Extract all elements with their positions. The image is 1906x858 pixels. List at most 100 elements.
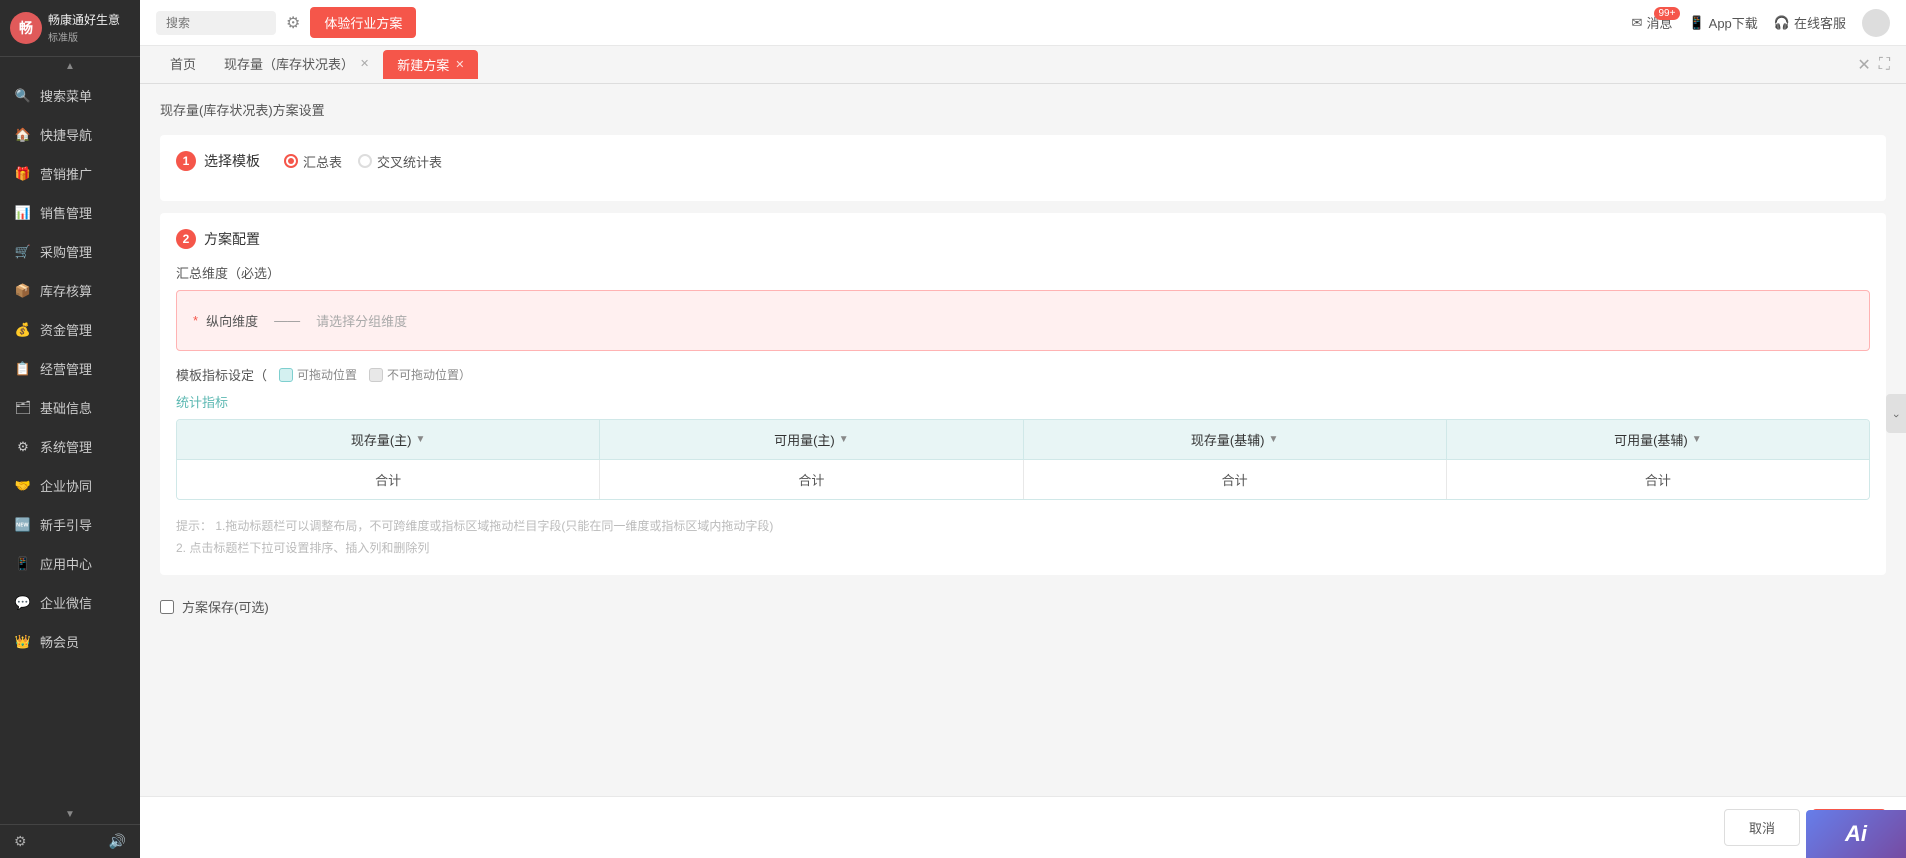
col-header-3[interactable]: 可用量(基辅) ▼ xyxy=(1447,420,1869,459)
dimension-placeholder: 请选择分组维度 xyxy=(316,311,407,330)
col-header-2[interactable]: 现存量(基辅) ▼ xyxy=(1024,420,1447,459)
radio-cross[interactable]: 交叉统计表 xyxy=(358,152,442,171)
step1-header: 1 选择模板 汇总表 交叉统计表 xyxy=(176,151,1870,171)
sidebar-item-app-center[interactable]: 📱 应用中心 xyxy=(0,544,140,583)
cancel-button[interactable]: 取消 xyxy=(1724,809,1800,846)
sidebar-item-label: 企业协同 xyxy=(40,476,92,495)
sidebar-item-sales[interactable]: 📊 销售管理 xyxy=(0,193,140,232)
save-checkbox[interactable] xyxy=(160,600,174,614)
tab-new-plan[interactable]: 新建方案 ✕ xyxy=(383,50,478,79)
tab-new-label: 新建方案 xyxy=(397,55,449,74)
col-body-1: 合计 xyxy=(600,460,1023,499)
operation-icon: 📋 xyxy=(14,360,32,378)
footer: 取消 查询 xyxy=(140,796,1906,858)
sidebar-item-quick-nav[interactable]: 🏠 快捷导航 xyxy=(0,115,140,154)
tips-item-2: 2. 点击标题栏下拉可设置排序、插入列和删除列 xyxy=(176,538,1870,560)
tab-home-label: 首页 xyxy=(170,54,196,73)
inventory-icon: 📦 xyxy=(14,282,32,300)
sidebar-item-finance[interactable]: 💰 资金管理 xyxy=(0,310,140,349)
vertical-dim-label: 纵向维度 xyxy=(206,311,258,330)
stats-section: 统计指标 现存量(主) ▼ 可用量(主) ▼ xyxy=(176,392,1870,500)
tab-inventory-status[interactable]: 现存量（库存状况表） ✕ xyxy=(210,48,383,81)
col-header-1[interactable]: 可用量(主) ▼ xyxy=(600,420,1023,459)
tab-new-close[interactable]: ✕ xyxy=(455,58,464,71)
app-name: 畅康通好生意 xyxy=(48,12,120,29)
service-icon: 🎧 xyxy=(1774,15,1790,31)
step2-badge: 2 xyxy=(176,229,196,249)
gear-icon[interactable]: ⚙ xyxy=(286,13,300,33)
sidebar-item-label: 新手引导 xyxy=(40,515,92,534)
sidebar-item-label: 系统管理 xyxy=(40,437,92,456)
step1-badge: 1 xyxy=(176,151,196,171)
sidebar-item-operation[interactable]: 📋 经营管理 xyxy=(0,349,140,388)
sidebar-item-purchase[interactable]: 🛒 采购管理 xyxy=(0,232,140,271)
window-expand-button[interactable]: ⛶ xyxy=(1879,56,1890,74)
window-close-button[interactable]: ✕ xyxy=(1857,55,1870,75)
message-button[interactable]: ✉ 消息 99+ xyxy=(1632,13,1673,32)
stat-table: 现存量(主) ▼ 可用量(主) ▼ 现存量(基辅) ▼ xyxy=(176,419,1870,500)
wechat-icon: 💬 xyxy=(14,594,32,612)
sidebar-item-wechat[interactable]: 💬 企业微信 xyxy=(0,583,140,622)
col-body-0: 合计 xyxy=(177,460,600,499)
message-icon: ✉ xyxy=(1632,15,1643,31)
ai-label: Ai xyxy=(1845,821,1867,847)
radio-summary-label: 汇总表 xyxy=(303,152,342,171)
sidebar-item-label: 销售管理 xyxy=(40,203,92,222)
sidebar-item-search-menu[interactable]: 🔍 搜索菜单 xyxy=(0,76,140,115)
online-service-button[interactable]: 🎧 在线客服 xyxy=(1774,13,1846,32)
right-collapse-btn[interactable]: › xyxy=(1886,394,1906,433)
content-area: 现存量(库存状况表)方案设置 1 选择模板 汇总表 交叉统计表 xyxy=(140,84,1906,796)
sidebar-item-marketing[interactable]: 🎁 营销推广 xyxy=(0,154,140,193)
radio-cross-dot xyxy=(358,154,372,168)
required-dash: —— xyxy=(274,313,300,328)
sidebar-item-system[interactable]: ⚙ 系统管理 xyxy=(0,427,140,466)
indicators-text: 模板指标设定（ xyxy=(176,365,267,384)
ai-watermark: Ai xyxy=(1806,810,1906,858)
newcomer-icon: 🆕 xyxy=(14,516,32,534)
search-input[interactable] xyxy=(156,11,276,35)
required-box[interactable]: * 纵向维度 —— 请选择分组维度 xyxy=(176,290,1870,351)
sidebar-logo: 畅 畅康通好生意 标准版 xyxy=(0,0,140,57)
sidebar-item-enterprise[interactable]: 🤝 企业协同 xyxy=(0,466,140,505)
speaker-icon[interactable]: 🔊 xyxy=(109,833,126,850)
member-icon: 👑 xyxy=(14,633,32,651)
sidebar-bottom: ⚙ 🔊 xyxy=(0,824,140,858)
radio-summary-dot xyxy=(284,154,298,168)
non-draggable-dot xyxy=(369,368,383,382)
sidebar-item-newcomer[interactable]: 🆕 新手引导 xyxy=(0,505,140,544)
tabbar: 首页 现存量（库存状况表） ✕ 新建方案 ✕ ✕ ⛶ xyxy=(140,46,1906,84)
col-header-0[interactable]: 现存量(主) ▼ xyxy=(177,420,600,459)
sidebar-item-label: 经营管理 xyxy=(40,359,92,378)
sidebar-scroll-down[interactable]: ▼ xyxy=(0,805,140,824)
search-menu-icon: 🔍 xyxy=(14,87,32,105)
sidebar-item-base-info[interactable]: 🗂 基础信息 xyxy=(0,388,140,427)
col-body-3: 合计 xyxy=(1447,460,1869,499)
sidebar-scroll-up[interactable]: ▲ xyxy=(0,57,140,76)
tab-inventory-close[interactable]: ✕ xyxy=(360,57,369,70)
save-row: 方案保存(可选) xyxy=(160,587,1886,626)
app-download-label: App下载 xyxy=(1709,13,1758,32)
non-draggable-indicator: 不可拖动位置） xyxy=(369,366,471,383)
save-label: 方案保存(可选) xyxy=(182,597,269,616)
app-download-button[interactable]: 📱 App下载 xyxy=(1688,13,1757,32)
stat-table-header: 现存量(主) ▼ 可用量(主) ▼ 现存量(基辅) ▼ xyxy=(177,420,1869,460)
settings-icon[interactable]: ⚙ xyxy=(14,833,27,850)
sales-icon: 📊 xyxy=(14,204,32,222)
user-avatar[interactable] xyxy=(1862,9,1890,37)
sidebar-item-member[interactable]: 👑 畅会员 xyxy=(0,622,140,661)
sidebar-item-label: 应用中心 xyxy=(40,554,92,573)
step2-section: 2 方案配置 汇总维度（必选） * 纵向维度 —— 请选择分组维度 模板指标设定… xyxy=(160,213,1886,575)
sidebar-item-label: 库存核算 xyxy=(40,281,92,300)
sidebar-item-label: 快捷导航 xyxy=(40,125,92,144)
radio-summary[interactable]: 汇总表 xyxy=(284,152,342,171)
col-0-chevron: ▼ xyxy=(416,434,426,445)
sidebar-item-label: 资金管理 xyxy=(40,320,92,339)
topbar-right: ✉ 消息 99+ 📱 App下载 🎧 在线客服 xyxy=(1632,9,1890,37)
message-badge: 99+ xyxy=(1654,7,1681,20)
sidebar-item-inventory[interactable]: 📦 库存核算 xyxy=(0,271,140,310)
tab-inventory-label: 现存量（库存状况表） xyxy=(224,54,354,73)
trial-button[interactable]: 体验行业方案 xyxy=(310,7,416,38)
tab-home[interactable]: 首页 xyxy=(156,48,210,81)
step1-section: 1 选择模板 汇总表 交叉统计表 xyxy=(160,135,1886,201)
system-icon: ⚙ xyxy=(14,438,32,456)
